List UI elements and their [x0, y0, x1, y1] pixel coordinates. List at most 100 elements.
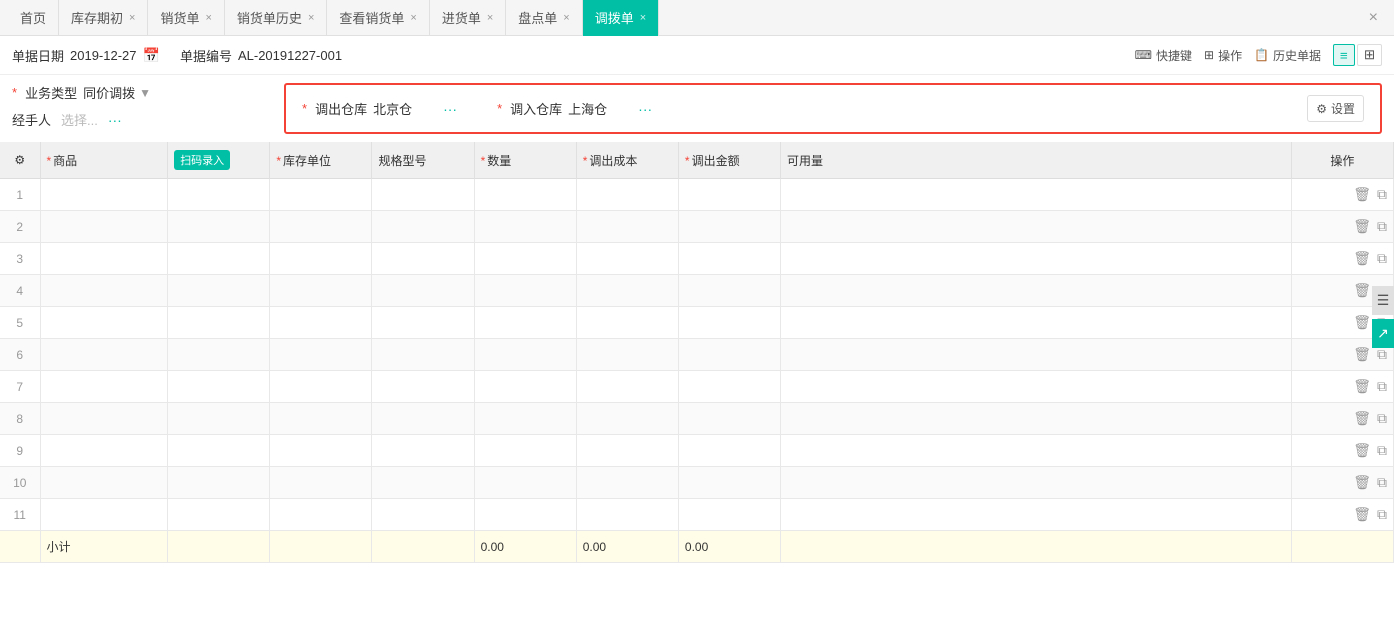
cell-7-0[interactable] [40, 371, 168, 403]
tab-close-view-sales[interactable]: × [410, 12, 416, 24]
tab-stocktake[interactable]: 盘点单 × [506, 0, 582, 36]
cell-11-1[interactable] [168, 499, 270, 531]
dropdown-arrow-icon[interactable]: ▼ [139, 86, 151, 100]
cell-6-1[interactable] [168, 339, 270, 371]
cell-4-3[interactable] [372, 275, 474, 307]
cell-11-3[interactable] [372, 499, 474, 531]
cell-6-5[interactable] [576, 339, 678, 371]
cell-11-4[interactable] [474, 499, 576, 531]
cell-10-6[interactable] [678, 467, 780, 499]
cell-11-7[interactable] [781, 499, 1292, 531]
copy-row-8[interactable]: ⧉ [1377, 410, 1387, 427]
copy-row-1[interactable]: ⧉ [1377, 186, 1387, 203]
cell-4-7[interactable] [781, 275, 1292, 307]
cell-10-7[interactable] [781, 467, 1292, 499]
cell-5-3[interactable] [372, 307, 474, 339]
cell-2-2[interactable] [270, 211, 372, 243]
cell-11-5[interactable] [576, 499, 678, 531]
delete-row-9[interactable]: 🗑 [1353, 442, 1371, 459]
cell-7-1[interactable] [168, 371, 270, 403]
cell-3-5[interactable] [576, 243, 678, 275]
delete-row-4[interactable]: 🗑 [1353, 282, 1371, 299]
handler-placeholder[interactable]: 选择... [61, 110, 98, 129]
cell-7-7[interactable] [781, 371, 1292, 403]
cell-2-0[interactable] [40, 211, 168, 243]
cell-4-2[interactable] [270, 275, 372, 307]
copy-row-2[interactable]: ⧉ [1377, 218, 1387, 235]
cell-7-3[interactable] [372, 371, 474, 403]
cell-1-7[interactable] [781, 179, 1292, 211]
cell-10-5[interactable] [576, 467, 678, 499]
cell-6-0[interactable] [40, 339, 168, 371]
scan-button[interactable]: 扫码录入 [174, 150, 230, 170]
cell-8-5[interactable] [576, 403, 678, 435]
cell-9-0[interactable] [40, 435, 168, 467]
cell-6-4[interactable] [474, 339, 576, 371]
float-export-button[interactable]: ↗ [1372, 319, 1394, 348]
cell-2-4[interactable] [474, 211, 576, 243]
th-gear[interactable]: ⚙ [0, 142, 40, 179]
copy-row-7[interactable]: ⧉ [1377, 378, 1387, 395]
tab-close-stocktake[interactable]: × [563, 12, 569, 24]
cell-5-4[interactable] [474, 307, 576, 339]
handler-more-icon[interactable]: ··· [108, 112, 122, 128]
cell-10-4[interactable] [474, 467, 576, 499]
cell-3-6[interactable] [678, 243, 780, 275]
calendar-icon[interactable]: 📅 [143, 47, 160, 64]
delete-row-6[interactable]: 🗑 [1353, 346, 1371, 363]
cell-5-5[interactable] [576, 307, 678, 339]
cell-3-2[interactable] [270, 243, 372, 275]
copy-row-10[interactable]: ⧉ [1377, 474, 1387, 491]
tab-view-sales[interactable]: 查看销货单 × [327, 0, 429, 36]
cell-1-4[interactable] [474, 179, 576, 211]
cell-4-0[interactable] [40, 275, 168, 307]
cell-5-0[interactable] [40, 307, 168, 339]
cell-1-6[interactable] [678, 179, 780, 211]
cell-9-2[interactable] [270, 435, 372, 467]
cell-4-5[interactable] [576, 275, 678, 307]
cell-1-3[interactable] [372, 179, 474, 211]
tab-transfer[interactable]: 调拨单 × [583, 0, 659, 36]
cell-3-3[interactable] [372, 243, 474, 275]
tab-close-purchase[interactable]: × [487, 12, 493, 24]
warehouse-out-more-icon[interactable]: ··· [443, 101, 457, 117]
delete-row-1[interactable]: 🗑 [1353, 186, 1371, 203]
copy-row-6[interactable]: ⧉ [1377, 346, 1387, 363]
cell-1-2[interactable] [270, 179, 372, 211]
cell-4-1[interactable] [168, 275, 270, 307]
tab-sales-history[interactable]: 销货单历史 × [225, 0, 327, 36]
cell-7-4[interactable] [474, 371, 576, 403]
cell-1-5[interactable] [576, 179, 678, 211]
cell-2-7[interactable] [781, 211, 1292, 243]
cell-2-5[interactable] [576, 211, 678, 243]
tab-home[interactable]: 首页 [8, 0, 59, 36]
cell-6-6[interactable] [678, 339, 780, 371]
window-close-button[interactable]: × [1361, 9, 1386, 27]
cell-8-6[interactable] [678, 403, 780, 435]
cell-5-2[interactable] [270, 307, 372, 339]
cell-3-4[interactable] [474, 243, 576, 275]
delete-row-5[interactable]: 🗑 [1353, 314, 1371, 331]
tab-close-transfer[interactable]: × [640, 12, 646, 24]
cell-7-6[interactable] [678, 371, 780, 403]
tab-sales-order[interactable]: 销货单 × [148, 0, 224, 36]
settings-button[interactable]: ⚙ 设置 [1307, 95, 1364, 122]
cell-3-0[interactable] [40, 243, 168, 275]
delete-row-3[interactable]: 🗑 [1353, 250, 1371, 267]
delete-row-8[interactable]: 🗑 [1353, 410, 1371, 427]
cell-4-4[interactable] [474, 275, 576, 307]
cell-6-7[interactable] [781, 339, 1292, 371]
cell-3-1[interactable] [168, 243, 270, 275]
cell-8-1[interactable] [168, 403, 270, 435]
cell-10-2[interactable] [270, 467, 372, 499]
cell-1-0[interactable] [40, 179, 168, 211]
delete-row-10[interactable]: 🗑 [1353, 474, 1371, 491]
cell-3-7[interactable] [781, 243, 1292, 275]
layout-list-button[interactable]: ≡ [1333, 44, 1355, 66]
copy-row-9[interactable]: ⧉ [1377, 442, 1387, 459]
tab-purchase[interactable]: 进货单 × [430, 0, 506, 36]
cell-2-6[interactable] [678, 211, 780, 243]
cell-6-3[interactable] [372, 339, 474, 371]
cell-11-0[interactable] [40, 499, 168, 531]
tab-close-sales-order[interactable]: × [205, 12, 211, 24]
